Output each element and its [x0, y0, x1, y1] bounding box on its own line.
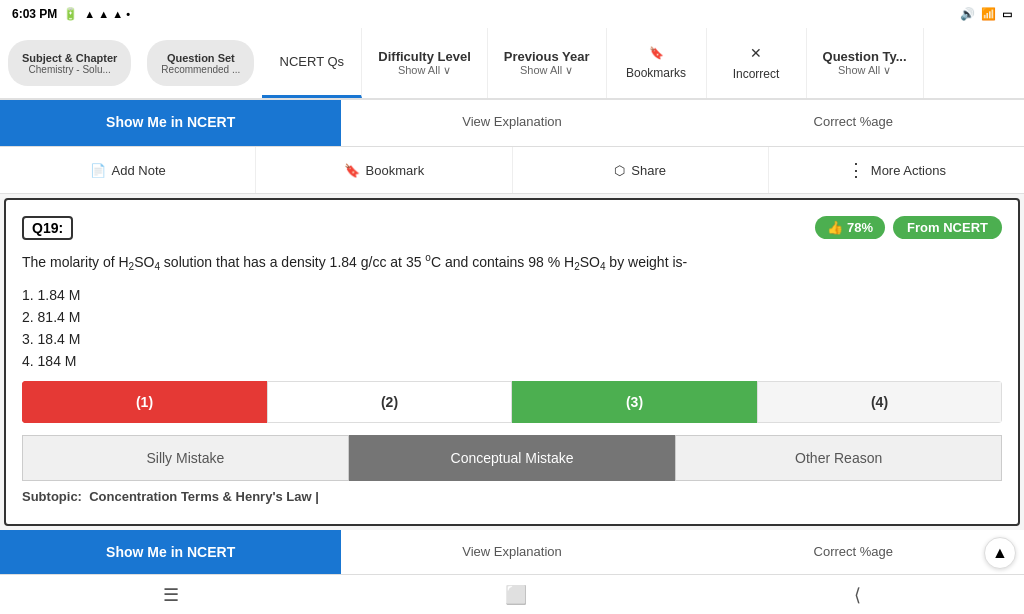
- show-me-ncert-btn-top[interactable]: Show Me in NCERT: [0, 100, 341, 146]
- subtopic-value: Concentration Terms & Henry's Law |: [89, 489, 319, 504]
- note-icon: 📄: [90, 163, 106, 178]
- subtopic: Subtopic: Concentration Terms & Henry's …: [22, 489, 1002, 504]
- status-bar: 6:03 PM 🔋 ▲ ▲ ▲ • 🔊 📶 ▭: [0, 0, 1024, 28]
- silly-mistake-btn[interactable]: Silly Mistake: [22, 435, 349, 481]
- question-badges: 👍 78% From NCERT: [815, 216, 1002, 239]
- previous-year-filter[interactable]: Previous Year Show All ∨: [488, 28, 607, 98]
- answer-options-bar: (1) (2) (3) (4): [22, 381, 1002, 423]
- option-3: 3. 18.4 M: [22, 331, 1002, 347]
- sub-actions-top: 📄 Add Note 🔖 Bookmark ⬡ Share ⋮ More Act…: [0, 147, 1024, 194]
- incorrect-label: Incorrect: [733, 67, 780, 81]
- question-type-filter[interactable]: Question Ty... Show All ∨: [807, 28, 924, 98]
- show-me-ncert-btn-bottom[interactable]: Show Me in NCERT: [0, 530, 341, 574]
- previous-year-sub: Show All ∨: [520, 64, 573, 77]
- question-set-filter[interactable]: Question Set Recommended ...: [147, 40, 254, 86]
- home-btn[interactable]: ⬜: [485, 578, 547, 612]
- correct-percentage-tab-bottom[interactable]: Correct %age: [683, 530, 1024, 574]
- question-type-title: Question Ty...: [823, 49, 907, 64]
- x-icon: ✕: [750, 45, 762, 61]
- share-btn-top[interactable]: ⬡ Share: [513, 147, 769, 193]
- conceptual-mistake-btn[interactable]: Conceptual Mistake: [349, 435, 676, 481]
- share-icon-top: ⬡: [614, 163, 625, 178]
- battery-full-icon: ▭: [1002, 8, 1012, 21]
- status-left: 6:03 PM 🔋 ▲ ▲ ▲ •: [12, 7, 130, 21]
- incorrect-tab[interactable]: ✕ Incorrect: [707, 28, 807, 98]
- subtopic-label: Subtopic:: [22, 489, 82, 504]
- view-explanation-tab-bottom[interactable]: View Explanation: [341, 530, 682, 574]
- difficulty-sub: Show All ∨: [398, 64, 451, 77]
- scroll-up-btn[interactable]: ▲: [984, 537, 1016, 569]
- percent-badge: 👍 78%: [815, 216, 885, 239]
- share-label-top: Share: [631, 163, 666, 178]
- percent-value: 78%: [847, 220, 873, 235]
- from-ncert-badge: From NCERT: [893, 216, 1002, 239]
- more-actions-label-top: More Actions: [871, 163, 946, 178]
- bookmarks-tab[interactable]: 🔖 Bookmarks: [607, 28, 707, 98]
- bottom-nav: ☰ ⬜ ⟨: [0, 574, 1024, 614]
- top-nav: Subject & Chapter Chemistry - Solu... Qu…: [0, 28, 1024, 100]
- add-note-label-top: Add Note: [112, 163, 166, 178]
- question-header: Q19: 👍 78% From NCERT: [22, 216, 1002, 240]
- mistake-row: Silly Mistake Conceptual Mistake Other R…: [22, 435, 1002, 481]
- ncert-qs-label: NCERT Qs: [280, 54, 345, 69]
- action-tabs-top: Show Me in NCERT View Explanation Correc…: [0, 100, 1024, 147]
- bookmark-btn-top[interactable]: 🔖 Bookmark: [256, 147, 512, 193]
- chevron-up-icon: ▲: [992, 544, 1008, 562]
- answer-btn-4[interactable]: (4): [757, 381, 1002, 423]
- answer-btn-1[interactable]: (1): [22, 381, 267, 423]
- other-reason-btn[interactable]: Other Reason: [675, 435, 1002, 481]
- previous-year-title: Previous Year: [504, 49, 590, 64]
- subject-chapter-filter[interactable]: Subject & Chapter Chemistry - Solu...: [8, 40, 131, 86]
- back-btn[interactable]: ⟨: [834, 578, 881, 612]
- difficulty-title: Difficulty Level: [378, 49, 470, 64]
- bookmarks-label: Bookmarks: [626, 66, 686, 80]
- more-actions-btn-top[interactable]: ⋮ More Actions: [769, 147, 1024, 193]
- thumb-icon: 👍: [827, 220, 843, 235]
- volume-icon: 🔊: [960, 7, 975, 21]
- question-text: The molarity of H2SO4 solution that has …: [22, 250, 1002, 275]
- subject-chapter-sub: Chemistry - Solu...: [29, 64, 111, 75]
- option-1: 1. 1.84 M: [22, 287, 1002, 303]
- subject-chapter-title: Subject & Chapter: [22, 52, 117, 64]
- bookmark-icon-top: 🔖: [344, 163, 360, 178]
- answer-btn-2[interactable]: (2): [267, 381, 512, 423]
- question-set-sub: Recommended ...: [161, 64, 240, 75]
- view-explanation-tab-top[interactable]: View Explanation: [341, 100, 682, 146]
- correct-percentage-tab-top[interactable]: Correct %age: [683, 100, 1024, 146]
- menu-btn[interactable]: ☰: [143, 578, 199, 612]
- answer-btn-3[interactable]: (3): [512, 381, 757, 423]
- question-card: Q19: 👍 78% From NCERT The molarity of H2…: [4, 198, 1020, 526]
- main-content: Show Me in NCERT View Explanation Correc…: [0, 100, 1024, 574]
- wifi-icon: 📶: [981, 7, 996, 21]
- battery-icon: 🔋: [63, 7, 78, 21]
- action-tabs-bottom: Show Me in NCERT View Explanation Correc…: [0, 530, 1024, 574]
- question-type-sub: Show All ∨: [838, 64, 891, 77]
- signal-icons: ▲ ▲ ▲ •: [84, 8, 130, 20]
- option-4: 4. 184 M: [22, 353, 1002, 369]
- add-note-btn-top[interactable]: 📄 Add Note: [0, 147, 256, 193]
- bookmark-icon: 🔖: [649, 46, 664, 60]
- question-number: Q19:: [22, 216, 73, 240]
- question-set-title: Question Set: [167, 52, 235, 64]
- time: 6:03 PM: [12, 7, 57, 21]
- bookmark-label-top: Bookmark: [366, 163, 425, 178]
- ncert-qs-tab[interactable]: NCERT Qs: [262, 28, 362, 98]
- option-2: 2. 81.4 M: [22, 309, 1002, 325]
- status-right: 🔊 📶 ▭: [960, 7, 1012, 21]
- difficulty-filter[interactable]: Difficulty Level Show All ∨: [362, 28, 487, 98]
- dots-icon-top: ⋮: [847, 159, 865, 181]
